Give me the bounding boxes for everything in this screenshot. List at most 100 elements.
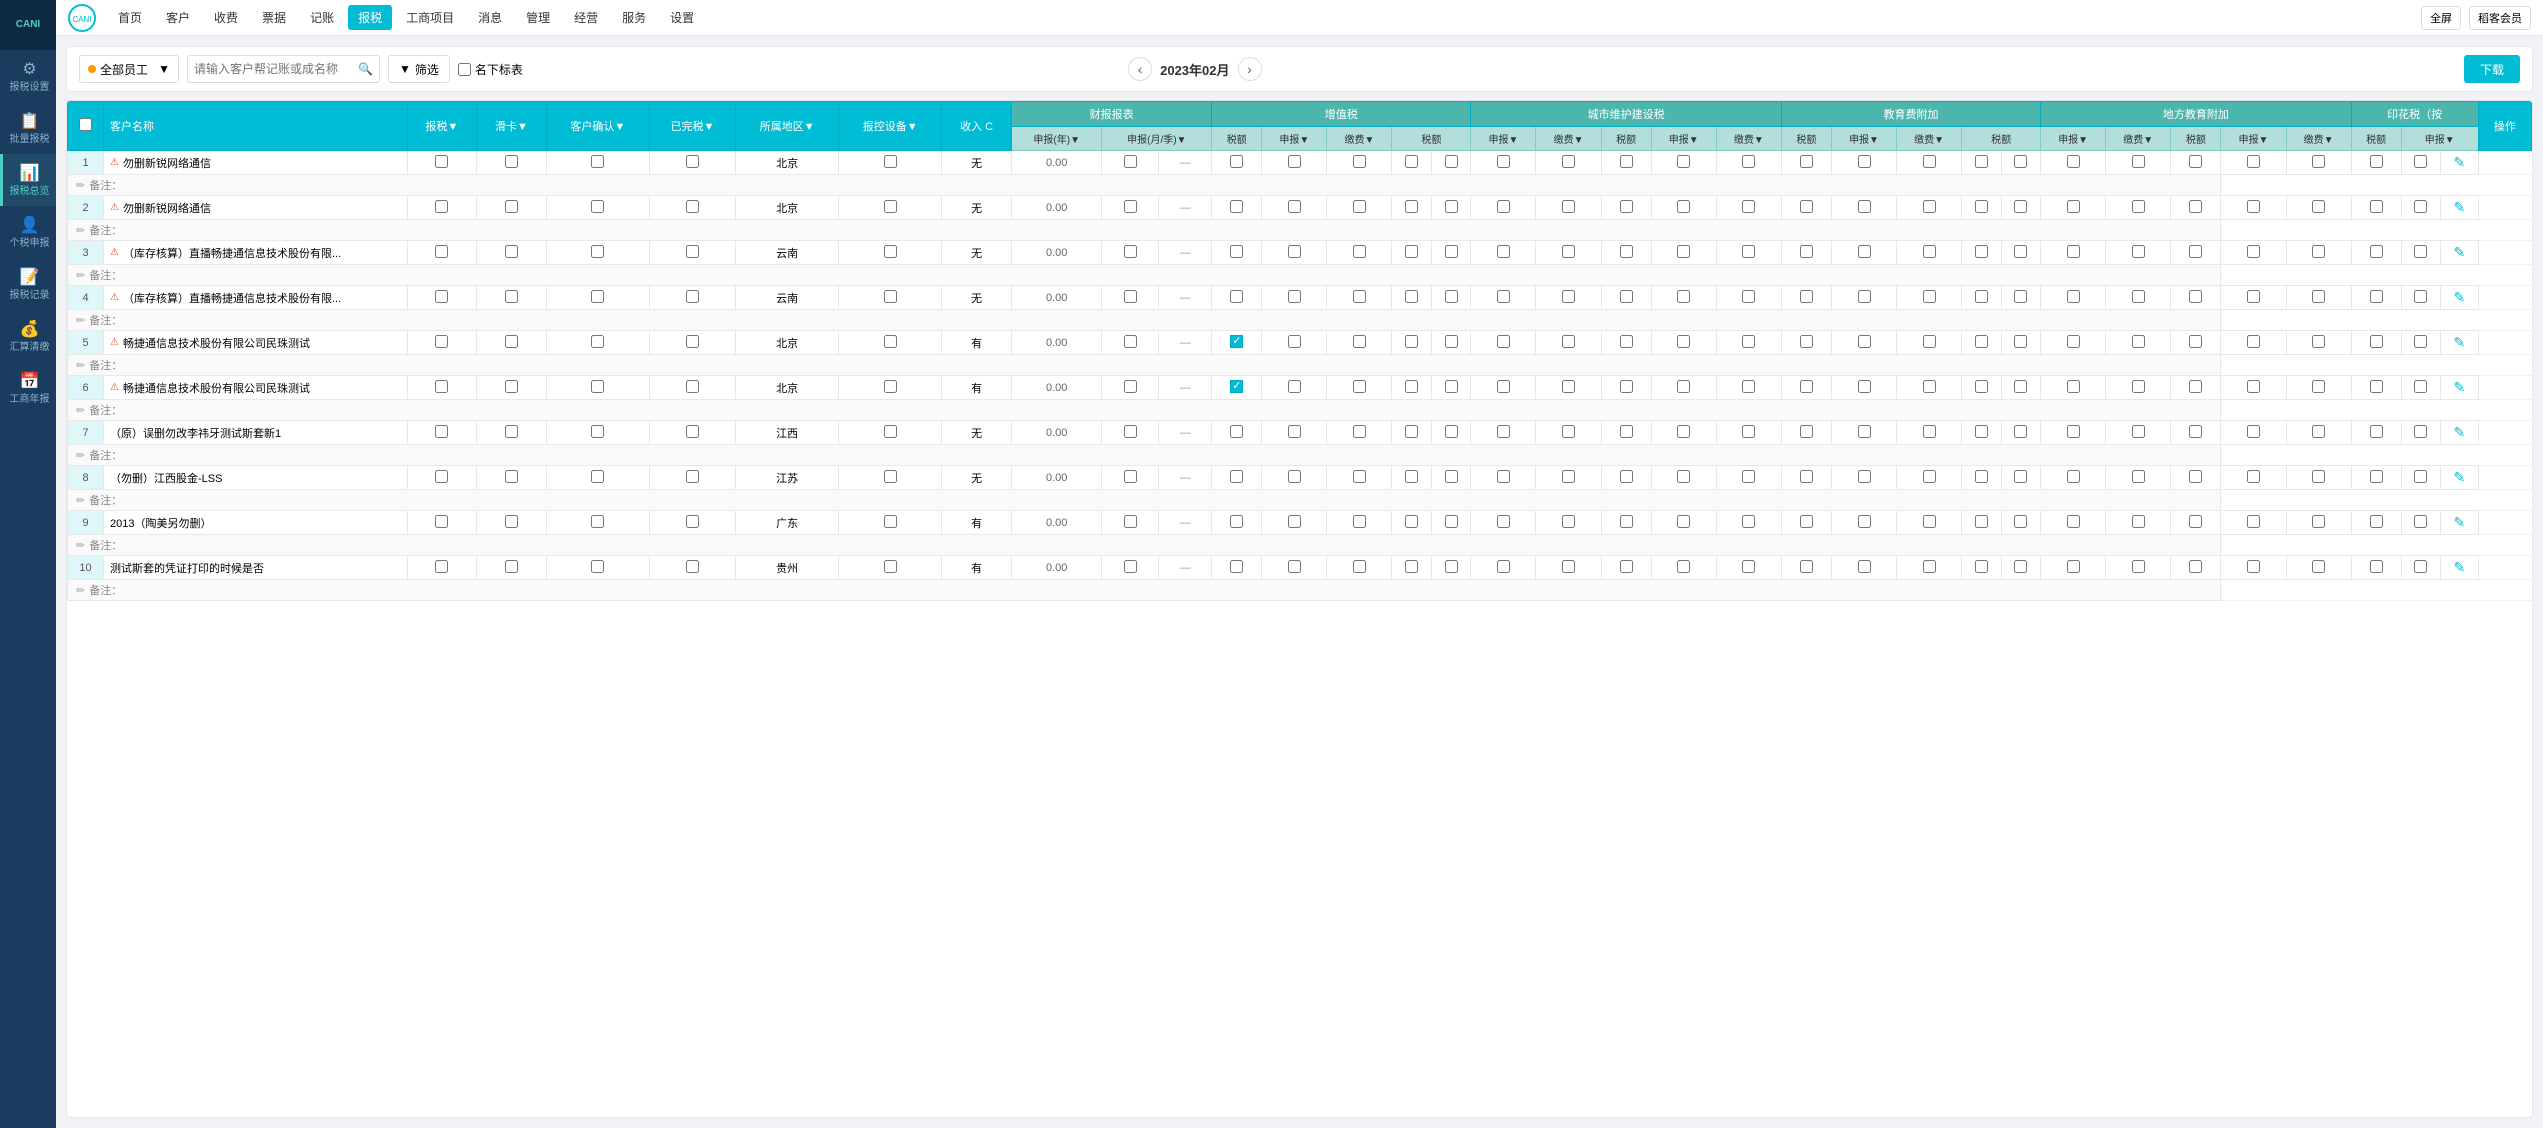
confirm-cell[interactable] xyxy=(546,196,649,220)
edit-icon[interactable]: ✎ xyxy=(2454,199,2466,215)
tax-checkbox-18[interactable] xyxy=(2247,515,2260,528)
confirm-checkbox[interactable] xyxy=(591,290,604,303)
tax-col-cell-19[interactable] xyxy=(2286,511,2351,535)
operate-cell[interactable]: ✎ xyxy=(2441,511,2479,535)
tax-col-cell-21[interactable] xyxy=(2401,376,2440,400)
declared-cell[interactable] xyxy=(649,421,735,445)
tax-col-cell-19[interactable] xyxy=(2286,151,2351,175)
tax-checkbox-18[interactable] xyxy=(2247,425,2260,438)
taxdevice-cell[interactable] xyxy=(839,376,942,400)
tax-col-cell-21[interactable] xyxy=(2401,241,2440,265)
taxdevice-checkbox[interactable] xyxy=(884,335,897,348)
tax-checkbox-4[interactable] xyxy=(1445,515,1458,528)
tax-col-cell-7[interactable] xyxy=(1601,286,1651,310)
pencil-icon[interactable]: ✏ xyxy=(76,540,85,552)
tax-col-cell-0[interactable] xyxy=(1212,241,1262,265)
tax-checkbox-0[interactable] xyxy=(1230,425,1243,438)
tax-checkbox-17[interactable] xyxy=(2189,560,2202,573)
tax-col-cell-9[interactable] xyxy=(1716,196,1781,220)
tax-checkbox-19[interactable] xyxy=(2312,290,2325,303)
confirm-checkbox[interactable] xyxy=(591,515,604,528)
tax-col-cell-5[interactable] xyxy=(1471,331,1536,355)
tax-checkbox-9[interactable] xyxy=(1742,380,1755,393)
declared-checkbox[interactable] xyxy=(686,245,699,258)
tax-col-cell-5[interactable] xyxy=(1471,511,1536,535)
tax-col-cell-7[interactable] xyxy=(1601,556,1651,580)
tax-col-cell-17[interactable] xyxy=(2171,196,2221,220)
tax-col-cell-19[interactable] xyxy=(2286,241,2351,265)
tax-col-cell-1[interactable] xyxy=(1262,556,1327,580)
tax-col-cell-21[interactable] xyxy=(2401,466,2440,490)
swipe-cell[interactable] xyxy=(477,241,547,265)
tax-col-cell-3[interactable] xyxy=(1392,376,1431,400)
tax-col-cell-17[interactable] xyxy=(2171,421,2221,445)
tax-col-cell-16[interactable] xyxy=(2106,241,2171,265)
tax-col-cell-2[interactable] xyxy=(1327,331,1392,355)
tax-col-cell-13[interactable] xyxy=(1962,331,2001,355)
th-caiwu-month[interactable]: 申报(月/季)▼ xyxy=(1102,127,1212,151)
tax-col-cell-7[interactable] xyxy=(1601,466,1651,490)
tax-col-cell-4[interactable] xyxy=(1431,466,1470,490)
tax-col-cell-19[interactable] xyxy=(2286,466,2351,490)
tax-checkbox-10[interactable] xyxy=(1800,560,1813,573)
tax-col-cell-9[interactable] xyxy=(1716,331,1781,355)
employee-filter-select[interactable]: 全部员工 ▼ xyxy=(79,55,179,83)
swipe-checkbox[interactable] xyxy=(505,155,518,168)
topnav-invoice[interactable]: 票据 xyxy=(252,5,296,30)
tax-col-cell-20[interactable] xyxy=(2351,466,2401,490)
swipe-cell[interactable] xyxy=(477,286,547,310)
tax-checkbox-10[interactable] xyxy=(1800,380,1813,393)
declared-checkbox[interactable] xyxy=(686,470,699,483)
tax-checkbox-11[interactable] xyxy=(1858,470,1871,483)
topnav-management[interactable]: 管理 xyxy=(516,5,560,30)
tax-checkbox-12[interactable] xyxy=(1923,380,1936,393)
tax-col-cell-21[interactable] xyxy=(2401,511,2440,535)
checked-checkbox[interactable] xyxy=(1230,380,1243,393)
tax-col-cell-20[interactable] xyxy=(2351,556,2401,580)
tax-col-cell-6[interactable] xyxy=(1536,196,1601,220)
th-difang-pay2[interactable]: 缴费▼ xyxy=(2286,127,2351,151)
tax-col-cell-20[interactable] xyxy=(2351,196,2401,220)
tax-col-cell-9[interactable] xyxy=(1716,466,1781,490)
tax-checkbox-6[interactable] xyxy=(1562,380,1575,393)
tax-col-cell-21[interactable] xyxy=(2401,421,2440,445)
swipe-checkbox[interactable] xyxy=(505,425,518,438)
tax-col-cell-21[interactable] xyxy=(2401,331,2440,355)
tax-checkbox-8[interactable] xyxy=(1677,245,1690,258)
tax-col-cell-17[interactable] xyxy=(2171,241,2221,265)
tax-checkbox-7[interactable] xyxy=(1620,290,1633,303)
tax-checkbox-10[interactable] xyxy=(1800,470,1813,483)
tax-col-cell-1[interactable] xyxy=(1262,241,1327,265)
tax-col-cell-15[interactable] xyxy=(2041,286,2106,310)
tax-checkbox-7[interactable] xyxy=(1620,560,1633,573)
named-table-checkbox-label[interactable]: 名下标表 xyxy=(458,61,523,78)
tax-checkbox-20[interactable] xyxy=(2370,425,2383,438)
tax-col-cell-10[interactable] xyxy=(1781,196,1831,220)
taxtype-cell[interactable] xyxy=(407,241,477,265)
tax-col-cell-5[interactable] xyxy=(1471,286,1536,310)
tax-checkbox-16[interactable] xyxy=(2132,425,2145,438)
tax-col-cell-5[interactable] xyxy=(1471,196,1536,220)
tax-col-cell-4[interactable] xyxy=(1431,376,1470,400)
tax-checkbox-11[interactable] xyxy=(1858,380,1871,393)
tax-checkbox-5[interactable] xyxy=(1497,200,1510,213)
taxdevice-checkbox[interactable] xyxy=(884,560,897,573)
named-table-checkbox[interactable] xyxy=(458,63,471,76)
taxtype-checkbox[interactable] xyxy=(435,380,448,393)
th-difang-apply2[interactable]: 申报▼ xyxy=(2221,127,2286,151)
tax-col-cell-12[interactable] xyxy=(1897,466,1962,490)
edit-icon[interactable]: ✎ xyxy=(2454,514,2466,530)
taxtype-cell[interactable] xyxy=(407,511,477,535)
tax-col-cell-9[interactable] xyxy=(1716,151,1781,175)
declared-cell[interactable] xyxy=(649,241,735,265)
tax-col-cell-6[interactable] xyxy=(1536,511,1601,535)
tax-col-cell-2[interactable] xyxy=(1327,286,1392,310)
tax-checkbox-5[interactable] xyxy=(1497,470,1510,483)
tax-checkbox-0[interactable] xyxy=(1230,515,1243,528)
tax-checkbox-12[interactable] xyxy=(1923,560,1936,573)
tax-checkbox-2[interactable] xyxy=(1353,425,1366,438)
tax-col-cell-14[interactable] xyxy=(2001,466,2040,490)
tax-col-cell-11[interactable] xyxy=(1831,331,1896,355)
confirm-checkbox[interactable] xyxy=(591,470,604,483)
operate-cell[interactable]: ✎ xyxy=(2441,196,2479,220)
